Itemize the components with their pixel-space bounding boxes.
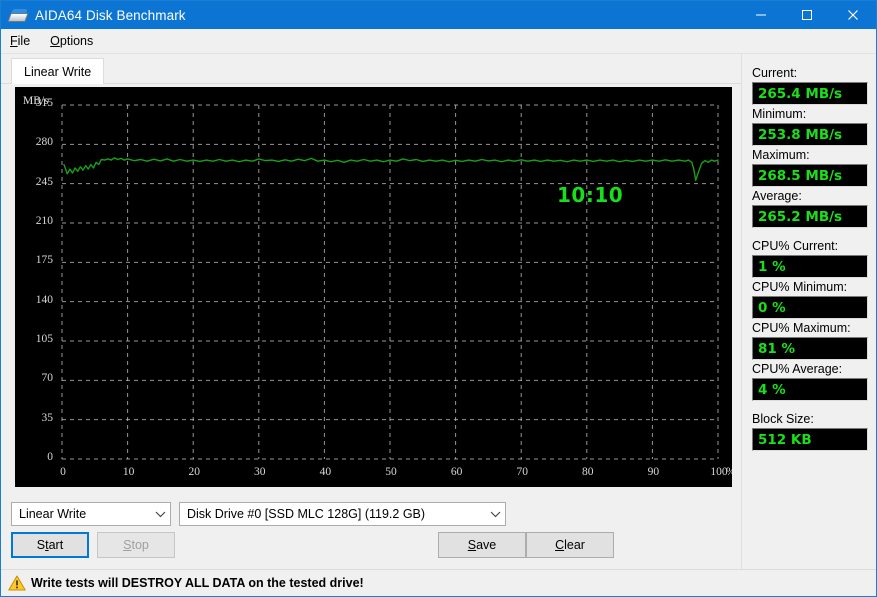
- y-axis-tick-label: 35: [41, 411, 54, 424]
- stat-label: CPU% Average:: [752, 362, 843, 376]
- stat-label: Average:: [752, 189, 802, 203]
- stat-cpu-current: CPU% Current: 1 %: [752, 239, 868, 278]
- x-axis-tick-label: 40: [319, 466, 332, 478]
- controls-bar: Linear Write Disk Drive #0 [SSD MLC 128G…: [1, 497, 741, 569]
- title-bar: AIDA64 Disk Benchmark: [1, 1, 876, 29]
- stat-cpu-maximum: CPU% Maximum: 81 %: [752, 321, 868, 360]
- y-axis-tick-label: 210: [35, 215, 53, 227]
- x-axis-tick-label: 80: [582, 466, 594, 478]
- stat-value: 253.8 MB/s: [752, 123, 868, 146]
- minimize-button[interactable]: [738, 1, 784, 29]
- elapsed-timer: 10:10: [557, 183, 624, 207]
- benchmark-mode-value: Linear Write: [19, 507, 87, 521]
- stat-block-size: Block Size: 512 KB: [752, 412, 868, 451]
- disk-drive-icon: [7, 7, 29, 23]
- stat-cpu-minimum: CPU% Minimum: 0 %: [752, 280, 868, 319]
- x-axis-unit-label: %: [726, 466, 732, 478]
- menu-item-file[interactable]: File: [9, 31, 39, 51]
- menu-item-options[interactable]: Options: [49, 31, 102, 51]
- stat-label: CPU% Minimum:: [752, 280, 848, 294]
- status-bar: Write tests will DESTROY ALL DATA on the…: [1, 569, 876, 596]
- y-axis-tick-label: 140: [35, 293, 53, 306]
- stat-label: Maximum:: [752, 148, 810, 162]
- x-axis-tick-label: 70: [516, 466, 528, 478]
- drive-select-value: Disk Drive #0 [SSD MLC 128G] (119.2 GB): [187, 507, 426, 521]
- stat-value: 265.2 MB/s: [752, 205, 868, 228]
- drive-select[interactable]: Disk Drive #0 [SSD MLC 128G] (119.2 GB): [179, 502, 506, 526]
- stop-button[interactable]: Stop: [97, 532, 175, 558]
- aida64-disk-benchmark-window: AIDA64 Disk Benchmark File Options Linea…: [0, 0, 877, 597]
- warning-triangle-icon: [8, 575, 26, 591]
- window-controls: [738, 1, 876, 29]
- stat-label: Minimum:: [752, 107, 807, 121]
- stat-value: 268.5 MB/s: [752, 164, 868, 187]
- status-message: Write tests will DESTROY ALL DATA on the…: [31, 576, 364, 590]
- stat-maximum: Maximum: 268.5 MB/s: [752, 148, 868, 187]
- x-axis-tick-label: 10: [122, 466, 135, 478]
- stat-average: Average: 265.2 MB/s: [752, 189, 868, 228]
- stat-label: Current:: [752, 66, 798, 80]
- stat-minimum: Minimum: 253.8 MB/s: [752, 107, 868, 146]
- stat-label: Block Size:: [752, 412, 814, 426]
- y-axis-tick-label: 0: [47, 451, 53, 463]
- y-axis-tick-label: 245: [35, 175, 53, 188]
- stat-value: 265.4 MB/s: [752, 82, 868, 105]
- stat-value: 0 %: [752, 296, 868, 319]
- y-axis-tick-label: 105: [35, 333, 53, 345]
- stat-value: 1 %: [752, 255, 868, 278]
- y-axis-tick-label: 315: [35, 97, 53, 109]
- close-button[interactable]: [830, 1, 876, 29]
- stat-current: Current: 265.4 MB/s: [752, 66, 868, 105]
- benchmark-graph: MB/s 10:10 0 35 70 105 140 175 210 245 280 315 0 10…: [15, 87, 732, 487]
- stat-label: CPU% Current:: [752, 239, 839, 253]
- maximize-button[interactable]: [784, 1, 830, 29]
- stat-value: 512 KB: [752, 428, 868, 451]
- menu-bar: File Options: [1, 29, 876, 54]
- y-axis-tick-label: 175: [35, 254, 53, 267]
- tab-strip: Linear Write: [1, 58, 741, 84]
- tab-linear-write[interactable]: Linear Write: [11, 58, 105, 84]
- content-area: Linear Write MB/s 10:10 0 35 70 105 140 175 21…: [1, 54, 876, 569]
- x-axis-tick-label: 20: [188, 466, 200, 478]
- graph-container: MB/s 10:10 0 35 70 105 140 175 210 245 280 315 0 10…: [1, 84, 741, 497]
- benchmark-mode-select[interactable]: Linear Write: [11, 502, 171, 526]
- left-pane: Linear Write MB/s 10:10 0 35 70 105 140 175 21…: [1, 54, 741, 569]
- window-title: AIDA64 Disk Benchmark: [35, 7, 186, 23]
- x-axis-tick-label: 90: [647, 466, 660, 478]
- start-button[interactable]: St art: [11, 532, 89, 558]
- stat-value: 4 %: [752, 378, 868, 401]
- statistics-panel: Current: 265.4 MB/s Minimum: 253.8 MB/s …: [741, 54, 876, 569]
- clear-button[interactable]: Clear: [526, 532, 614, 558]
- save-button[interactable]: Save: [438, 532, 526, 558]
- x-axis-tick-label: 50: [385, 466, 397, 478]
- x-axis-tick-label: 0: [60, 466, 66, 478]
- stat-cpu-average: CPU% Average: 4 %: [752, 362, 868, 401]
- y-axis-tick-label: 280: [35, 136, 53, 149]
- x-axis-tick-label: 60: [450, 466, 463, 478]
- stat-value: 81 %: [752, 337, 868, 360]
- chevron-down-icon: [151, 510, 170, 518]
- chevron-down-icon: [486, 510, 505, 518]
- stat-label: CPU% Maximum:: [752, 321, 851, 335]
- y-axis-tick-label: 70: [41, 372, 54, 385]
- x-axis-tick-label: 30: [254, 466, 266, 478]
